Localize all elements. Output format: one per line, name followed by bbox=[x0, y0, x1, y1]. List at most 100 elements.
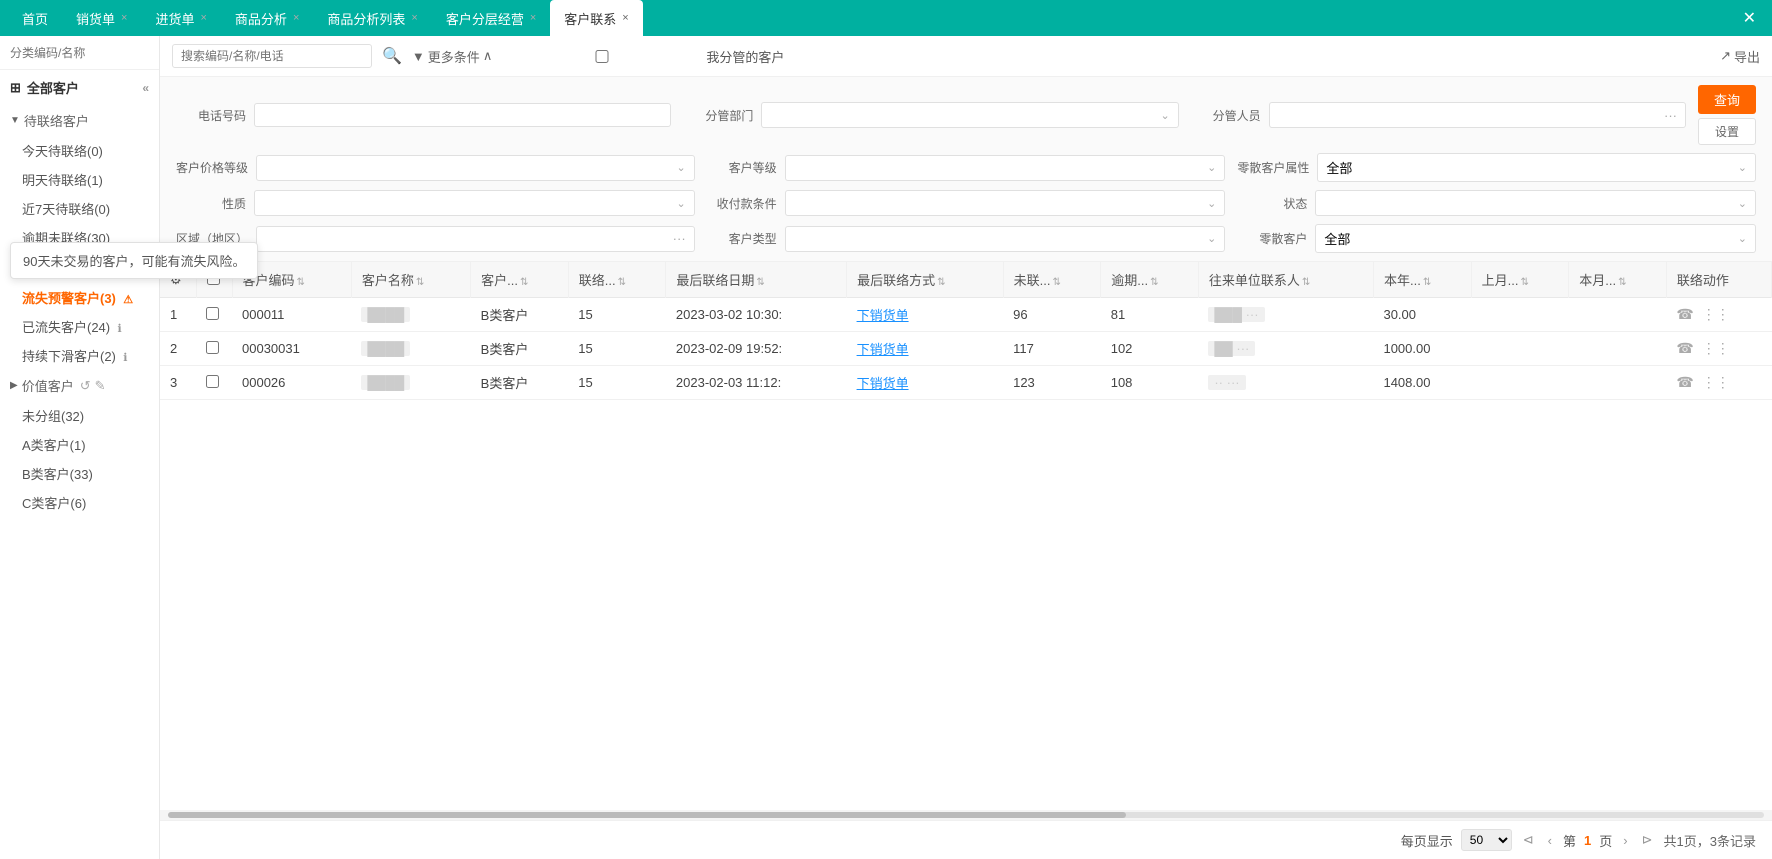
sort-icon[interactable]: ⇅ bbox=[1520, 277, 1528, 288]
main-search-icon[interactable]: 🔍 bbox=[382, 46, 402, 66]
tab-customer-tiering[interactable]: 客户分层经营 × bbox=[432, 0, 550, 36]
sidebar-item-today[interactable]: 今天待联络(0) bbox=[0, 136, 159, 165]
filter-status-select[interactable]: ⌄ bbox=[1315, 190, 1756, 216]
horizontal-scrollbar[interactable] bbox=[160, 810, 1772, 820]
next-page-btn[interactable]: › bbox=[1620, 833, 1630, 848]
group-value-customers[interactable]: ▶ 价值客户 ↺ ✎ bbox=[0, 370, 159, 401]
last-page-btn[interactable]: ⊳ bbox=[1639, 832, 1656, 848]
page-size-select[interactable]: 50 100 bbox=[1461, 829, 1512, 851]
contact-icon[interactable]: ☎ bbox=[1676, 374, 1693, 391]
filter-row-1: 电话号码 分管部门 ⌄ 分管人员 ··· bbox=[176, 85, 1756, 145]
sort-icon[interactable]: ⇅ bbox=[1302, 277, 1310, 288]
row-last-contact-method[interactable]: 下销货单 bbox=[847, 366, 1004, 400]
sidebar-item-class-b[interactable]: B类客户(33) bbox=[0, 459, 159, 488]
window-close-button[interactable]: ✕ bbox=[1735, 8, 1764, 28]
close-icon[interactable]: × bbox=[411, 12, 417, 24]
refresh-icon[interactable]: ↺ bbox=[80, 378, 91, 394]
filter-row-3: 性质 ⌄ 收付款条件 ⌄ 状态 bbox=[176, 190, 1756, 216]
row-checkbox[interactable] bbox=[196, 366, 232, 400]
sidebar-search-input[interactable] bbox=[10, 46, 160, 60]
row-last-contact-method[interactable]: 下销货单 bbox=[847, 298, 1004, 332]
info-icon: ℹ bbox=[117, 323, 121, 335]
row-this-month bbox=[1569, 298, 1667, 332]
dots-icon[interactable]: ··· bbox=[673, 231, 686, 246]
row-select-checkbox[interactable] bbox=[206, 307, 219, 320]
col-unit-contact: 往来单位联系人⇅ bbox=[1198, 262, 1373, 298]
filter-zero-customer-select[interactable]: 全部 ⌄ bbox=[1315, 224, 1756, 253]
filter-region-select[interactable]: ··· bbox=[256, 226, 695, 252]
sort-icon[interactable]: ⇅ bbox=[1618, 277, 1626, 288]
query-button[interactable]: 查询 bbox=[1698, 85, 1756, 114]
col-customer-name: 客户名称⇅ bbox=[351, 262, 470, 298]
sidebar-item-7days[interactable]: 近7天待联络(0) bbox=[0, 194, 159, 223]
sidebar-item-class-c[interactable]: C类客户(6) bbox=[0, 488, 159, 517]
prev-page-btn[interactable]: ‹ bbox=[1545, 833, 1555, 848]
settings-button[interactable]: 设置 bbox=[1698, 118, 1756, 145]
sort-icon[interactable]: ⇅ bbox=[1052, 277, 1060, 288]
filter-dept-select[interactable]: ⌄ bbox=[761, 102, 1178, 128]
sort-icon[interactable]: ⇅ bbox=[1423, 277, 1431, 288]
more-conditions-btn[interactable]: ▼ 更多条件 ∧ bbox=[412, 47, 492, 66]
sort-icon[interactable]: ⇅ bbox=[756, 277, 764, 288]
row-overdue: 81 bbox=[1101, 298, 1199, 332]
sort-icon[interactable]: ⇅ bbox=[297, 277, 305, 288]
filter-customer-type-select[interactable]: ⌄ bbox=[785, 226, 1226, 252]
tab-customer-contact[interactable]: 客户联系 × bbox=[550, 0, 642, 36]
export-btn[interactable]: ↗ 导出 bbox=[1720, 47, 1760, 66]
tab-sales[interactable]: 销货单 × bbox=[62, 0, 141, 36]
more-actions-icon[interactable]: ⋮⋮ bbox=[1702, 374, 1730, 391]
dots-icon[interactable]: ··· bbox=[1664, 108, 1677, 123]
tab-home[interactable]: 首页 bbox=[8, 0, 62, 36]
sort-icon[interactable]: ⇅ bbox=[520, 277, 528, 288]
all-customers-header[interactable]: ⊞ 全部客户 « bbox=[0, 70, 159, 105]
sidebar-item-class-a[interactable]: A类客户(1) bbox=[0, 430, 159, 459]
close-icon[interactable]: × bbox=[200, 12, 206, 24]
main-search-input[interactable] bbox=[172, 44, 372, 68]
col-last-month: 上月...⇅ bbox=[1471, 262, 1569, 298]
group-pending-contact[interactable]: ▼ 待联络客户 bbox=[0, 105, 159, 136]
sidebar-item-churn-warning[interactable]: 流失预警客户(3) ⚠ bbox=[0, 283, 159, 312]
close-icon[interactable]: × bbox=[121, 12, 127, 24]
scroll-thumb[interactable] bbox=[168, 812, 1126, 818]
tab-product-analysis[interactable]: 商品分析 × bbox=[221, 0, 313, 36]
filter-price-level-select[interactable]: ⌄ bbox=[256, 155, 695, 181]
all-customers-label: 全部客户 bbox=[27, 78, 79, 97]
sort-icon[interactable]: ⇅ bbox=[416, 277, 424, 288]
contact-icon[interactable]: ☎ bbox=[1676, 340, 1693, 357]
my-customers-checkbox-label[interactable]: 我分管的客户 bbox=[502, 47, 784, 66]
filter-zero-attr-select[interactable]: 全部 ⌄ bbox=[1317, 153, 1756, 182]
row-last-contact-method[interactable]: 下销货单 bbox=[847, 332, 1004, 366]
tab-purchase[interactable]: 进货单 × bbox=[141, 0, 220, 36]
close-icon[interactable]: × bbox=[622, 12, 628, 24]
total-pages-label: 页 bbox=[1599, 831, 1612, 850]
contact-icon[interactable]: ☎ bbox=[1676, 306, 1693, 323]
close-icon[interactable]: × bbox=[530, 12, 536, 24]
main-layout: 🔍 ⊞ 全部客户 « ▼ 待联络客户 今天待联络(0) 明天待联络(1) 近7天… bbox=[0, 36, 1772, 859]
filter-gender-select[interactable]: ⌄ bbox=[254, 190, 695, 216]
sidebar-item-unsorted[interactable]: 未分组(32) bbox=[0, 401, 159, 430]
sort-icon[interactable]: ⇅ bbox=[1150, 277, 1158, 288]
my-customers-checkbox[interactable] bbox=[502, 50, 702, 63]
sort-icon[interactable]: ⇅ bbox=[618, 277, 626, 288]
sidebar-item-tomorrow[interactable]: 明天待联络(1) bbox=[0, 165, 159, 194]
filter-phone-input[interactable] bbox=[254, 103, 671, 127]
row-select-checkbox[interactable] bbox=[206, 375, 219, 388]
first-page-btn[interactable]: ⊲ bbox=[1520, 832, 1537, 848]
more-actions-icon[interactable]: ⋮⋮ bbox=[1702, 340, 1730, 357]
sidebar-item-churned[interactable]: 已流失客户(24) ℹ bbox=[0, 312, 159, 341]
sidebar-item-declining[interactable]: 持续下滑客户(2) ℹ bbox=[0, 341, 159, 370]
filter-customer-type-field: 客户类型 ⌄ bbox=[707, 226, 1226, 252]
filter-payment-select[interactable]: ⌄ bbox=[785, 190, 1226, 216]
row-checkbox[interactable] bbox=[196, 298, 232, 332]
more-actions-icon[interactable]: ⋮⋮ bbox=[1702, 306, 1730, 323]
row-select-checkbox[interactable] bbox=[206, 341, 219, 354]
row-contact: 15 bbox=[568, 298, 666, 332]
filter-manager-select[interactable]: ··· bbox=[1269, 102, 1686, 128]
close-icon[interactable]: × bbox=[293, 12, 299, 24]
row-checkbox[interactable] bbox=[196, 332, 232, 366]
sort-icon[interactable]: ⇅ bbox=[937, 277, 945, 288]
filter-customer-level-select[interactable]: ⌄ bbox=[785, 155, 1226, 181]
edit-icon[interactable]: ✎ bbox=[95, 378, 106, 394]
collapse-icon[interactable]: « bbox=[142, 81, 149, 95]
tab-product-analysis-list[interactable]: 商品分析列表 × bbox=[313, 0, 431, 36]
